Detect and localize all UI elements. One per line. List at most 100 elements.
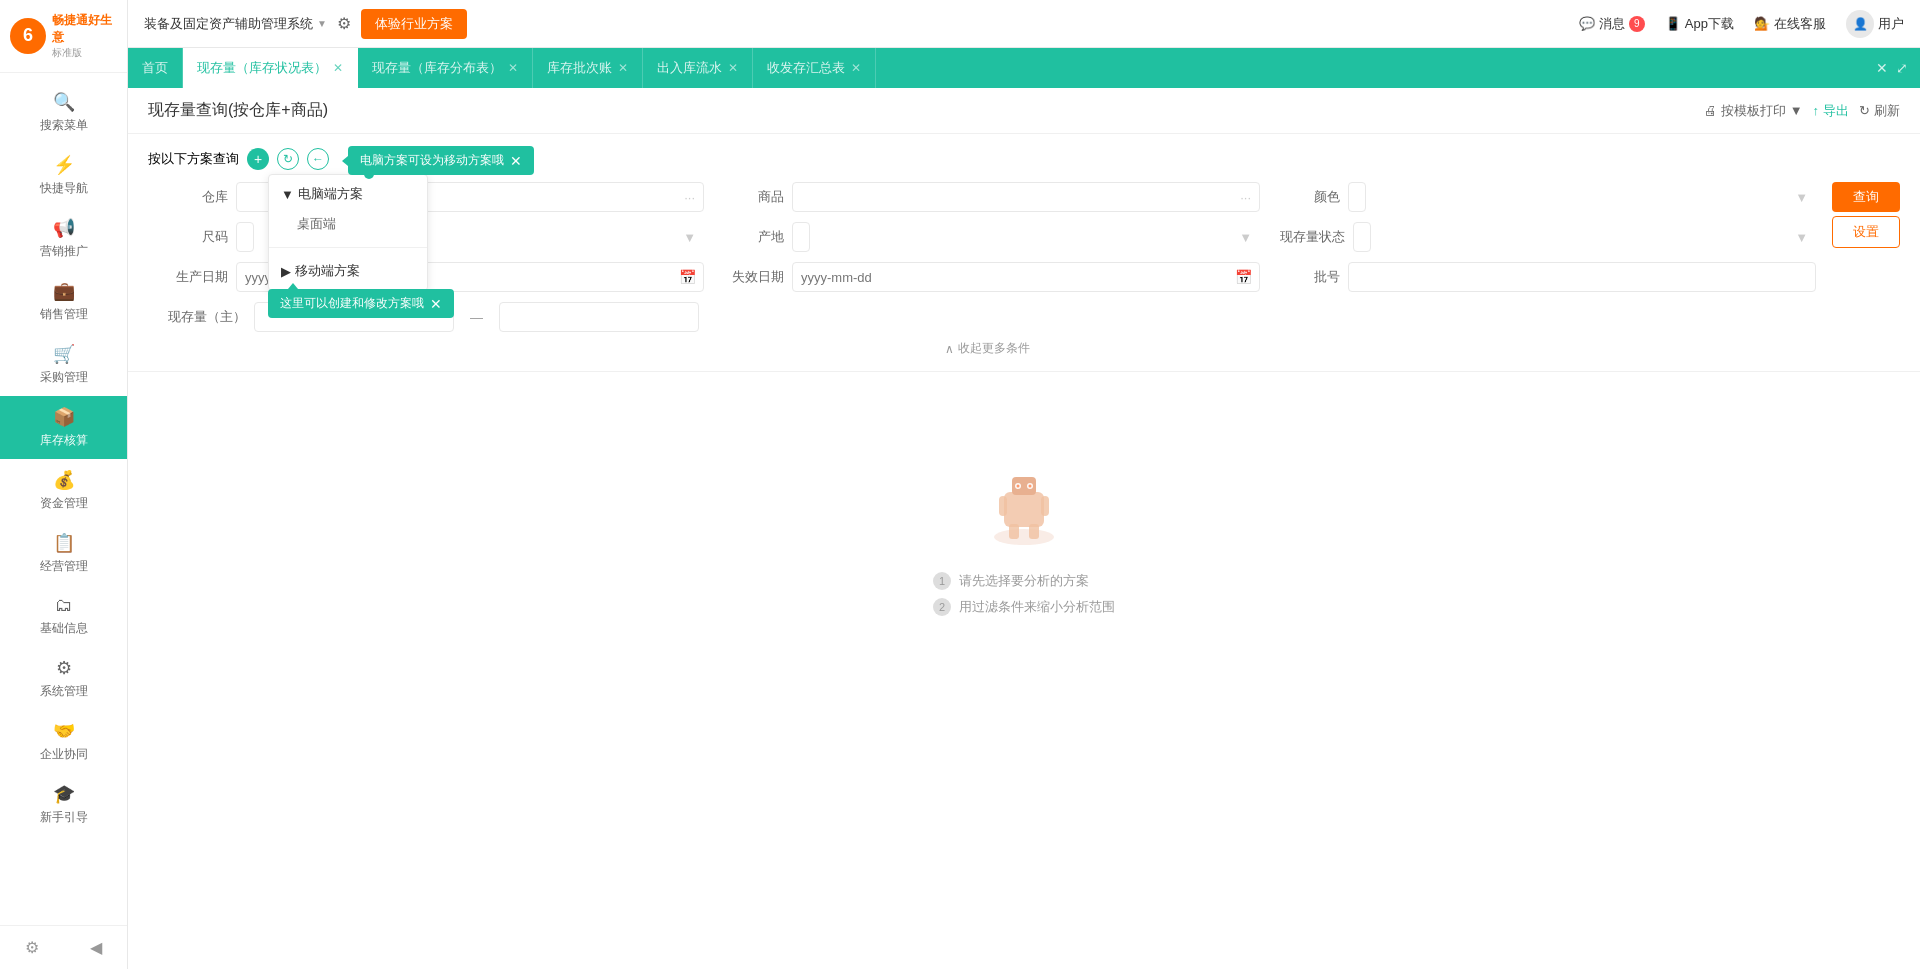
trial-button[interactable]: 体验行业方案 bbox=[361, 9, 467, 39]
sidebar-item-newbie[interactable]: 🎓 新手引导 bbox=[0, 773, 127, 836]
tab-inventory-status[interactable]: 现存量（库存状况表） ✕ bbox=[183, 48, 358, 88]
tab-home[interactable]: 首页 bbox=[128, 48, 183, 88]
collapse-btn[interactable]: ∧ 收起更多条件 bbox=[158, 332, 1816, 357]
filter-row-produce-date: 生产日期 📅 bbox=[168, 262, 704, 292]
tab-bar: 首页 现存量（库存状况表） ✕ 现存量（库存分布表） ✕ 库存批次账 ✕ 出入库… bbox=[128, 48, 1920, 88]
sidebar-item-basic[interactable]: 🗂 基础信息 bbox=[0, 585, 127, 647]
tip-num-2: 2 bbox=[933, 598, 951, 616]
filter-left-btn[interactable]: ← bbox=[307, 148, 329, 170]
sidebar-item-inventory[interactable]: 📦 库存核算 bbox=[0, 396, 127, 459]
calendar-icon-produce[interactable]: 📅 bbox=[679, 269, 696, 285]
action-buttons: 查询 设置 bbox=[1832, 182, 1900, 357]
calendar-icon-expire[interactable]: 📅 bbox=[1235, 269, 1252, 285]
marketing-icon: 📢 bbox=[53, 217, 75, 239]
tab-expand[interactable]: ⤢ bbox=[1896, 60, 1908, 76]
settings-btn[interactable]: ⚙ bbox=[337, 14, 351, 33]
filter-add-btn[interactable]: + bbox=[247, 148, 269, 170]
system-name: 装备及固定资产辅助管理系统 bbox=[144, 15, 313, 33]
sidebar-item-search[interactable]: 🔍 搜索菜单 bbox=[0, 81, 127, 144]
scheme-tooltip-close[interactable]: ✕ bbox=[510, 153, 522, 169]
user-area[interactable]: 👤 用户 bbox=[1846, 10, 1904, 38]
collapse-sidebar-btn[interactable]: ◀ bbox=[90, 938, 102, 957]
filter-label: 按以下方案查询 bbox=[148, 150, 239, 168]
top-header: 装备及固定资产辅助管理系统 ▼ ⚙ 体验行业方案 💬 消息 9 📱 App下载 … bbox=[128, 0, 1920, 48]
stock-label: 现存量（主） bbox=[168, 308, 246, 326]
origin-label: 产地 bbox=[724, 228, 784, 246]
stock-max-input[interactable] bbox=[499, 302, 699, 332]
user-label: 用户 bbox=[1878, 15, 1904, 33]
system-select[interactable]: 装备及固定资产辅助管理系统 ▼ bbox=[144, 15, 327, 33]
scheme-desktop-item[interactable]: 桌面端 bbox=[269, 209, 427, 239]
sidebar-item-guide[interactable]: ⚡ 快捷导航 bbox=[0, 144, 127, 207]
sidebar-item-system[interactable]: ⚙ 系统管理 bbox=[0, 647, 127, 710]
tab-inout[interactable]: 出入库流水 ✕ bbox=[643, 48, 753, 88]
sidebar-item-operation[interactable]: 📋 经营管理 bbox=[0, 522, 127, 585]
tab-inventory-status-close[interactable]: ✕ bbox=[333, 61, 343, 75]
collapse-label: 收起更多条件 bbox=[958, 340, 1030, 357]
scheme-desktop-group: ▼ 电脑端方案 桌面端 bbox=[269, 175, 427, 243]
refresh-icon: ↻ bbox=[1859, 103, 1870, 118]
stock-status-select[interactable] bbox=[1353, 222, 1371, 252]
tab-inventory-dist-close[interactable]: ✕ bbox=[508, 61, 518, 75]
tab-close-all[interactable]: ✕ bbox=[1876, 60, 1888, 76]
scheme-mobile-header[interactable]: ▶ 移动端方案 bbox=[269, 256, 427, 286]
color-select[interactable] bbox=[1348, 182, 1366, 212]
color-select-wrap: ▼ bbox=[1348, 182, 1816, 212]
print-btn[interactable]: 🖨 按模板打印 ▼ bbox=[1704, 102, 1803, 120]
query-button[interactable]: 查询 bbox=[1832, 182, 1900, 212]
system-icon: ⚙ bbox=[56, 657, 72, 679]
filter-refresh-btn[interactable]: ↻ bbox=[277, 148, 299, 170]
tab-collect-close[interactable]: ✕ bbox=[851, 61, 861, 75]
empty-tips: 1 请先选择要分析的方案 2 用过滤条件来缩小分析范围 bbox=[933, 572, 1115, 616]
refresh-btn[interactable]: ↻ 刷新 bbox=[1859, 102, 1900, 120]
message-badge: 9 bbox=[1629, 16, 1645, 32]
filter-row-color: 颜色 ▼ bbox=[1280, 182, 1816, 212]
edit-scheme-tooltip-close[interactable]: ✕ bbox=[430, 296, 442, 312]
sidebar-item-purchase[interactable]: 🛒 采购管理 bbox=[0, 333, 127, 396]
filter-row-origin: 产地 ▼ bbox=[724, 222, 1260, 252]
support-action[interactable]: 💁 在线客服 bbox=[1754, 15, 1826, 33]
header-left: 装备及固定资产辅助管理系统 ▼ ⚙ 体验行业方案 bbox=[144, 9, 467, 39]
expire-date-label: 失效日期 bbox=[724, 268, 784, 286]
size-select[interactable] bbox=[236, 222, 254, 252]
origin-select[interactable] bbox=[792, 222, 810, 252]
scheme-desktop-label: 电脑端方案 bbox=[298, 185, 363, 203]
app-download-action[interactable]: 📱 App下载 bbox=[1665, 15, 1734, 33]
batch-label: 批号 bbox=[1280, 268, 1340, 286]
tab-batch[interactable]: 库存批次账 ✕ bbox=[533, 48, 643, 88]
expire-date-input[interactable] bbox=[792, 262, 1260, 292]
sidebar-item-sales[interactable]: 💼 销售管理 bbox=[0, 270, 127, 333]
size-dropdown-icon: ▼ bbox=[683, 230, 696, 245]
page-actions: 🖨 按模板打印 ▼ ↑ 导出 ↻ 刷新 bbox=[1704, 102, 1900, 120]
filter-section: 按以下方案查询 + ↻ ← 电脑方案可设为移动方案哦 ✕ ▼ bbox=[128, 134, 1920, 372]
export-label: 导出 bbox=[1823, 102, 1849, 120]
tab-inventory-dist[interactable]: 现存量（库存分布表） ✕ bbox=[358, 48, 533, 88]
scheme-desktop-header[interactable]: ▼ 电脑端方案 bbox=[269, 179, 427, 209]
sidebar-item-coop[interactable]: 🤝 企业协同 bbox=[0, 710, 127, 773]
reset-button[interactable]: 设置 bbox=[1832, 216, 1900, 248]
tab-inout-close[interactable]: ✕ bbox=[728, 61, 738, 75]
edit-scheme-tooltip: 这里可以创建和修改方案哦 ✕ bbox=[268, 289, 454, 318]
tab-batch-close[interactable]: ✕ bbox=[618, 61, 628, 75]
empty-illustration bbox=[974, 452, 1074, 552]
batch-input[interactable] bbox=[1348, 262, 1816, 292]
goods-input[interactable]: ··· bbox=[792, 182, 1260, 212]
settings-footer-btn[interactable]: ⚙ bbox=[25, 938, 39, 957]
sidebar-item-finance[interactable]: 💰 资金管理 bbox=[0, 459, 127, 522]
scheme-mobile-label: 移动端方案 bbox=[295, 262, 360, 280]
scheme-tooltip-text: 电脑方案可设为移动方案哦 bbox=[360, 152, 504, 169]
stock-status-select-wrap: ▼ bbox=[1353, 222, 1816, 252]
sidebar-item-marketing[interactable]: 📢 营销推广 bbox=[0, 207, 127, 270]
tip-num-1: 1 bbox=[933, 572, 951, 590]
tab-collect-label: 收发存汇总表 bbox=[767, 59, 845, 77]
export-btn[interactable]: ↑ 导出 bbox=[1813, 102, 1850, 120]
empty-state: 1 请先选择要分析的方案 2 用过滤条件来缩小分析范围 bbox=[128, 372, 1920, 696]
app-icon: 📱 bbox=[1665, 16, 1681, 31]
tab-collect[interactable]: 收发存汇总表 ✕ bbox=[753, 48, 876, 88]
support-label: 在线客服 bbox=[1774, 15, 1826, 33]
operation-icon: 📋 bbox=[53, 532, 75, 554]
system-dropdown-icon: ▼ bbox=[317, 18, 327, 29]
message-action[interactable]: 💬 消息 9 bbox=[1579, 15, 1645, 33]
stock-status-label: 现存量状态 bbox=[1280, 228, 1345, 246]
svg-rect-7 bbox=[1020, 491, 1028, 493]
